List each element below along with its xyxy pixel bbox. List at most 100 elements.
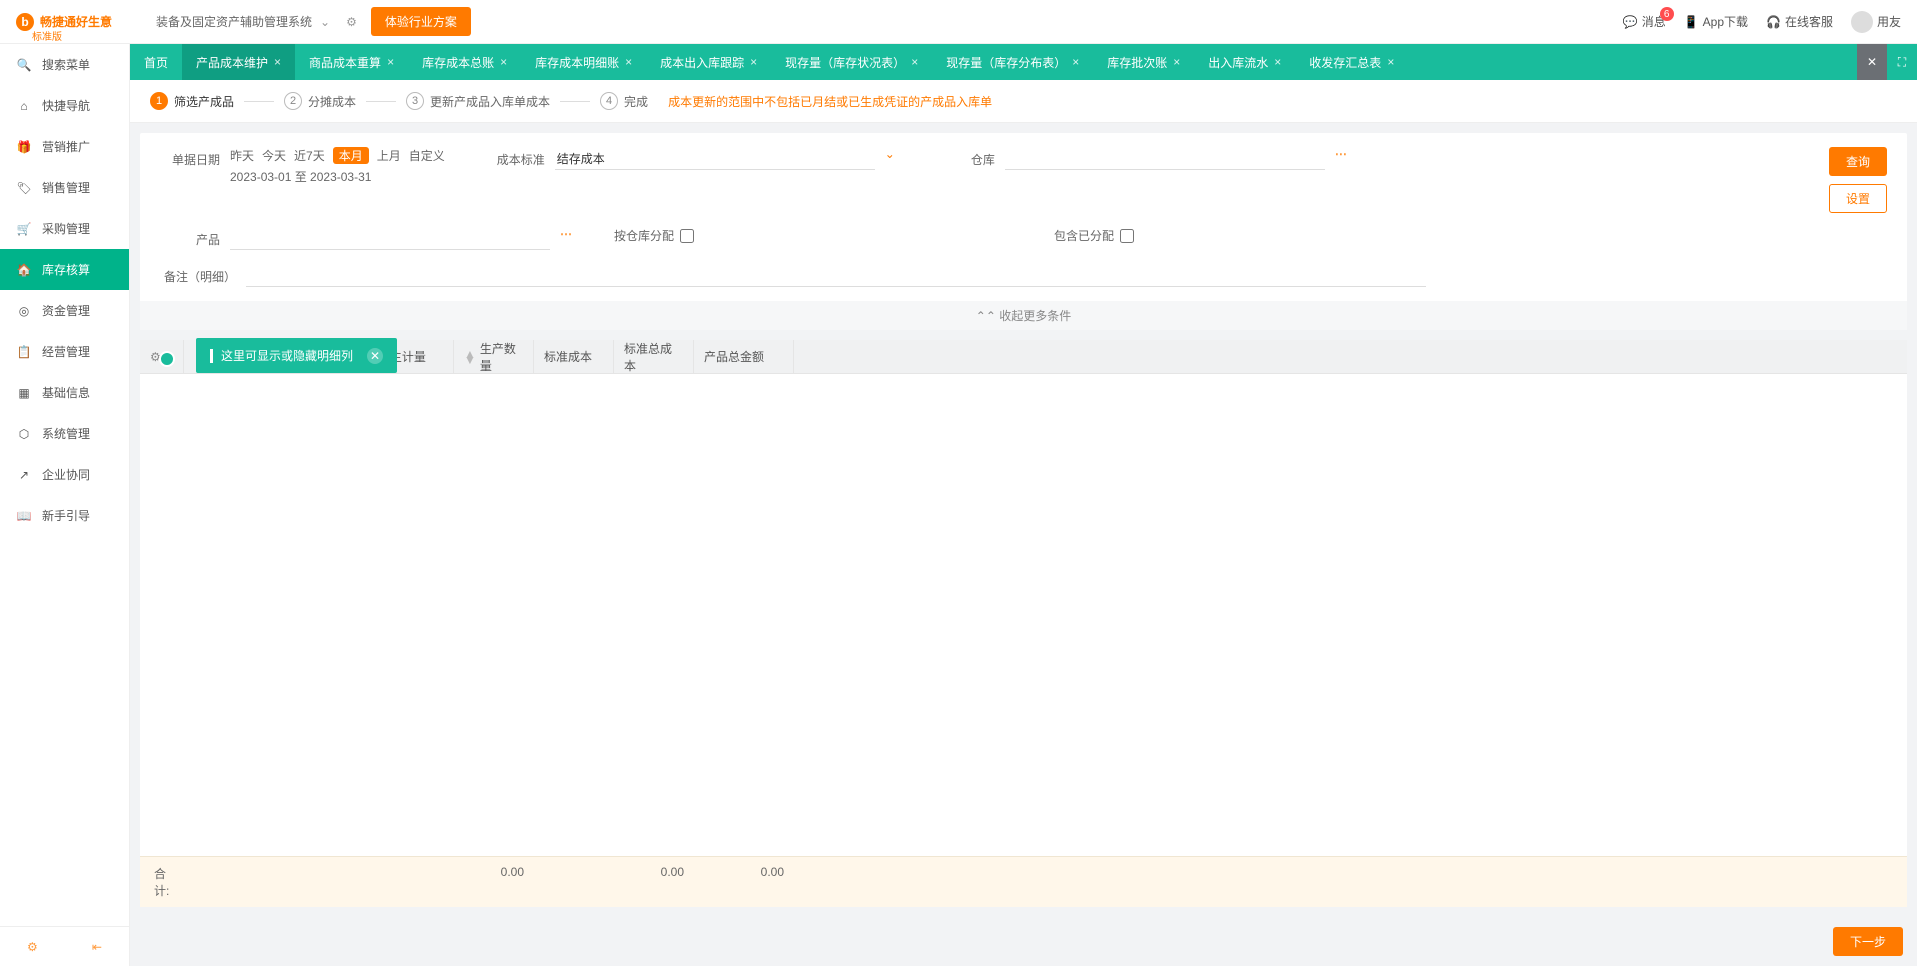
date-option[interactable]: 今天	[262, 147, 286, 164]
fullscreen-icon[interactable]: ⛶	[1887, 44, 1917, 80]
step-number: 2	[284, 92, 302, 110]
next-button[interactable]: 下一步	[1833, 927, 1903, 956]
close-icon[interactable]: ×	[1173, 55, 1180, 69]
user-menu[interactable]: 用友	[1851, 11, 1901, 33]
tab[interactable]: 首页	[130, 44, 182, 80]
column-settings-button[interactable]: ⚙	[140, 340, 184, 373]
by-warehouse-checkbox[interactable]: 按仓库分配	[614, 227, 694, 244]
tab[interactable]: 商品成本重算×	[295, 44, 408, 80]
date-option[interactable]: 本月	[333, 147, 369, 164]
sort-icon: ▲▼	[464, 351, 476, 363]
topbar-right: 💬 消息 6 📱 App下载 🎧 在线客服 用友	[1623, 11, 1901, 33]
system-selector[interactable]: 装备及固定资产辅助管理系统 ⌄ ⚙	[156, 13, 357, 30]
sidebar-item-coop[interactable]: ↗企业协同	[0, 454, 129, 495]
tab[interactable]: 出入库流水×	[1194, 44, 1295, 80]
by-warehouse-input[interactable]	[680, 229, 694, 243]
sidebar-item-operation[interactable]: 📋经营管理	[0, 331, 129, 372]
footer-cell: 0.00	[694, 865, 794, 899]
column-header[interactable]: 产品总金额	[694, 340, 794, 373]
close-icon[interactable]: ✕	[367, 348, 383, 364]
online-service-link[interactable]: 🎧 在线客服	[1766, 13, 1833, 30]
sidebar-item-base[interactable]: ▦基础信息	[0, 372, 129, 413]
user-name: 用友	[1877, 13, 1901, 30]
tab[interactable]: 收发存汇总表×	[1295, 44, 1408, 80]
query-button[interactable]: 查询	[1829, 147, 1887, 176]
tab[interactable]: 库存成本总账 ×	[408, 44, 521, 80]
cost-standard-label: 成本标准	[485, 147, 545, 168]
remark-field: 备注（明细）	[160, 264, 1426, 287]
column-header[interactable]: 标准成本	[534, 340, 614, 373]
close-icon[interactable]: ×	[1072, 55, 1079, 69]
step-separator	[366, 101, 396, 102]
sidebar-item-search[interactable]: 🔍搜索菜单	[0, 44, 129, 85]
step-3: 3更新产成品入库单成本	[406, 92, 550, 110]
close-all-tabs-icon[interactable]: ✕	[1857, 44, 1887, 80]
brand-edition: 标准版	[32, 28, 62, 43]
include-allocated-input[interactable]	[1120, 229, 1134, 243]
sidebar-item-finance[interactable]: ◎资金管理	[0, 290, 129, 331]
tab[interactable]: 现存量（库存状况表） ×	[771, 44, 932, 80]
experience-button[interactable]: 体验行业方案	[371, 7, 471, 36]
ellipsis-icon[interactable]: ⋯	[1335, 147, 1349, 161]
headset-icon: 🎧	[1766, 15, 1781, 29]
tab-label: 现存量（库存分布表）	[946, 54, 1066, 71]
include-allocated-checkbox[interactable]: 包含已分配	[1054, 227, 1134, 244]
phone-icon: 📱	[1684, 15, 1699, 29]
tab[interactable]: 产品成本维护×	[182, 44, 295, 80]
close-icon[interactable]: ×	[500, 55, 507, 69]
tab-label: 库存成本明细账	[535, 54, 619, 71]
gift-icon: 🎁	[16, 139, 32, 155]
sidebar-item-guide[interactable]: 📖新手引导	[0, 495, 129, 536]
product-input[interactable]	[230, 227, 550, 250]
date-option[interactable]: 自定义	[409, 147, 445, 164]
gear-icon[interactable]: ⚙	[346, 15, 357, 29]
gear-dashed-icon: ⬡	[16, 426, 32, 442]
footer-cell: 0.00	[454, 865, 534, 899]
sidebar-item-marketing[interactable]: 🎁营销推广	[0, 126, 129, 167]
app-download-link[interactable]: 📱 App下载	[1684, 13, 1748, 30]
close-icon[interactable]: ×	[274, 55, 281, 69]
close-icon[interactable]: ×	[911, 55, 918, 69]
messages-link[interactable]: 💬 消息 6	[1623, 13, 1666, 30]
sidebar-item-label: 搜索菜单	[42, 56, 90, 73]
by-warehouse-label: 按仓库分配	[614, 227, 674, 244]
chat-icon: 💬	[1623, 15, 1638, 29]
warehouse-input[interactable]	[1005, 147, 1325, 170]
close-icon[interactable]: ×	[750, 55, 757, 69]
date-option[interactable]: 昨天	[230, 147, 254, 164]
table-footer: 合计: 0.000.000.00	[140, 856, 1907, 907]
sidebar-item-inventory[interactable]: 🏠库存核算	[0, 249, 129, 290]
column-header[interactable]: ▲▼生产数量	[454, 340, 534, 373]
close-icon[interactable]: ×	[625, 55, 632, 69]
sidebar-item-system[interactable]: ⬡系统管理	[0, 413, 129, 454]
cost-standard-field: 成本标准 ⌄	[485, 147, 895, 170]
close-icon[interactable]: ×	[1274, 55, 1281, 69]
ellipsis-icon[interactable]: ⋯	[560, 227, 574, 241]
sidebar-item-quicknav[interactable]: ⌂快捷导航	[0, 85, 129, 126]
filter-panel: 单据日期 昨天今天近7天本月上月自定义 2023-03-01 至 2023-03…	[140, 133, 1907, 330]
column-header[interactable]: 标准总成本	[614, 340, 694, 373]
tab-label: 现存量（库存状况表）	[785, 54, 905, 71]
column-label: 产品总金额	[704, 348, 764, 365]
close-icon[interactable]: ×	[387, 55, 394, 69]
settings-icon[interactable]: ⚙	[27, 940, 38, 954]
collapse-sidebar-icon[interactable]: ⇤	[92, 940, 102, 954]
settings-button[interactable]: 设置	[1829, 184, 1887, 213]
tab[interactable]: 库存成本明细账 ×	[521, 44, 646, 80]
remark-input[interactable]	[246, 264, 1426, 287]
tab-label: 库存成本总账	[422, 54, 494, 71]
tab[interactable]: 成本出入库跟踪×	[646, 44, 771, 80]
tab-label: 首页	[144, 54, 168, 71]
sidebar-item-purchase[interactable]: 🛒采购管理	[0, 208, 129, 249]
tab[interactable]: 库存批次账×	[1093, 44, 1194, 80]
collapse-filters-toggle[interactable]: ⌃⌃ 收起更多条件	[140, 301, 1907, 330]
tab[interactable]: 现存量（库存分布表） ×	[932, 44, 1093, 80]
cost-standard-input[interactable]	[555, 147, 875, 170]
date-option[interactable]: 上月	[377, 147, 401, 164]
sidebar-item-sales[interactable]: 🏷销售管理	[0, 167, 129, 208]
chevron-down-icon[interactable]: ⌄	[885, 147, 895, 161]
date-field: 单据日期 昨天今天近7天本月上月自定义 2023-03-01 至 2023-03…	[160, 147, 445, 185]
sidebar-item-label: 销售管理	[42, 179, 90, 196]
date-option[interactable]: 近7天	[294, 147, 325, 164]
close-icon[interactable]: ×	[1387, 55, 1394, 69]
